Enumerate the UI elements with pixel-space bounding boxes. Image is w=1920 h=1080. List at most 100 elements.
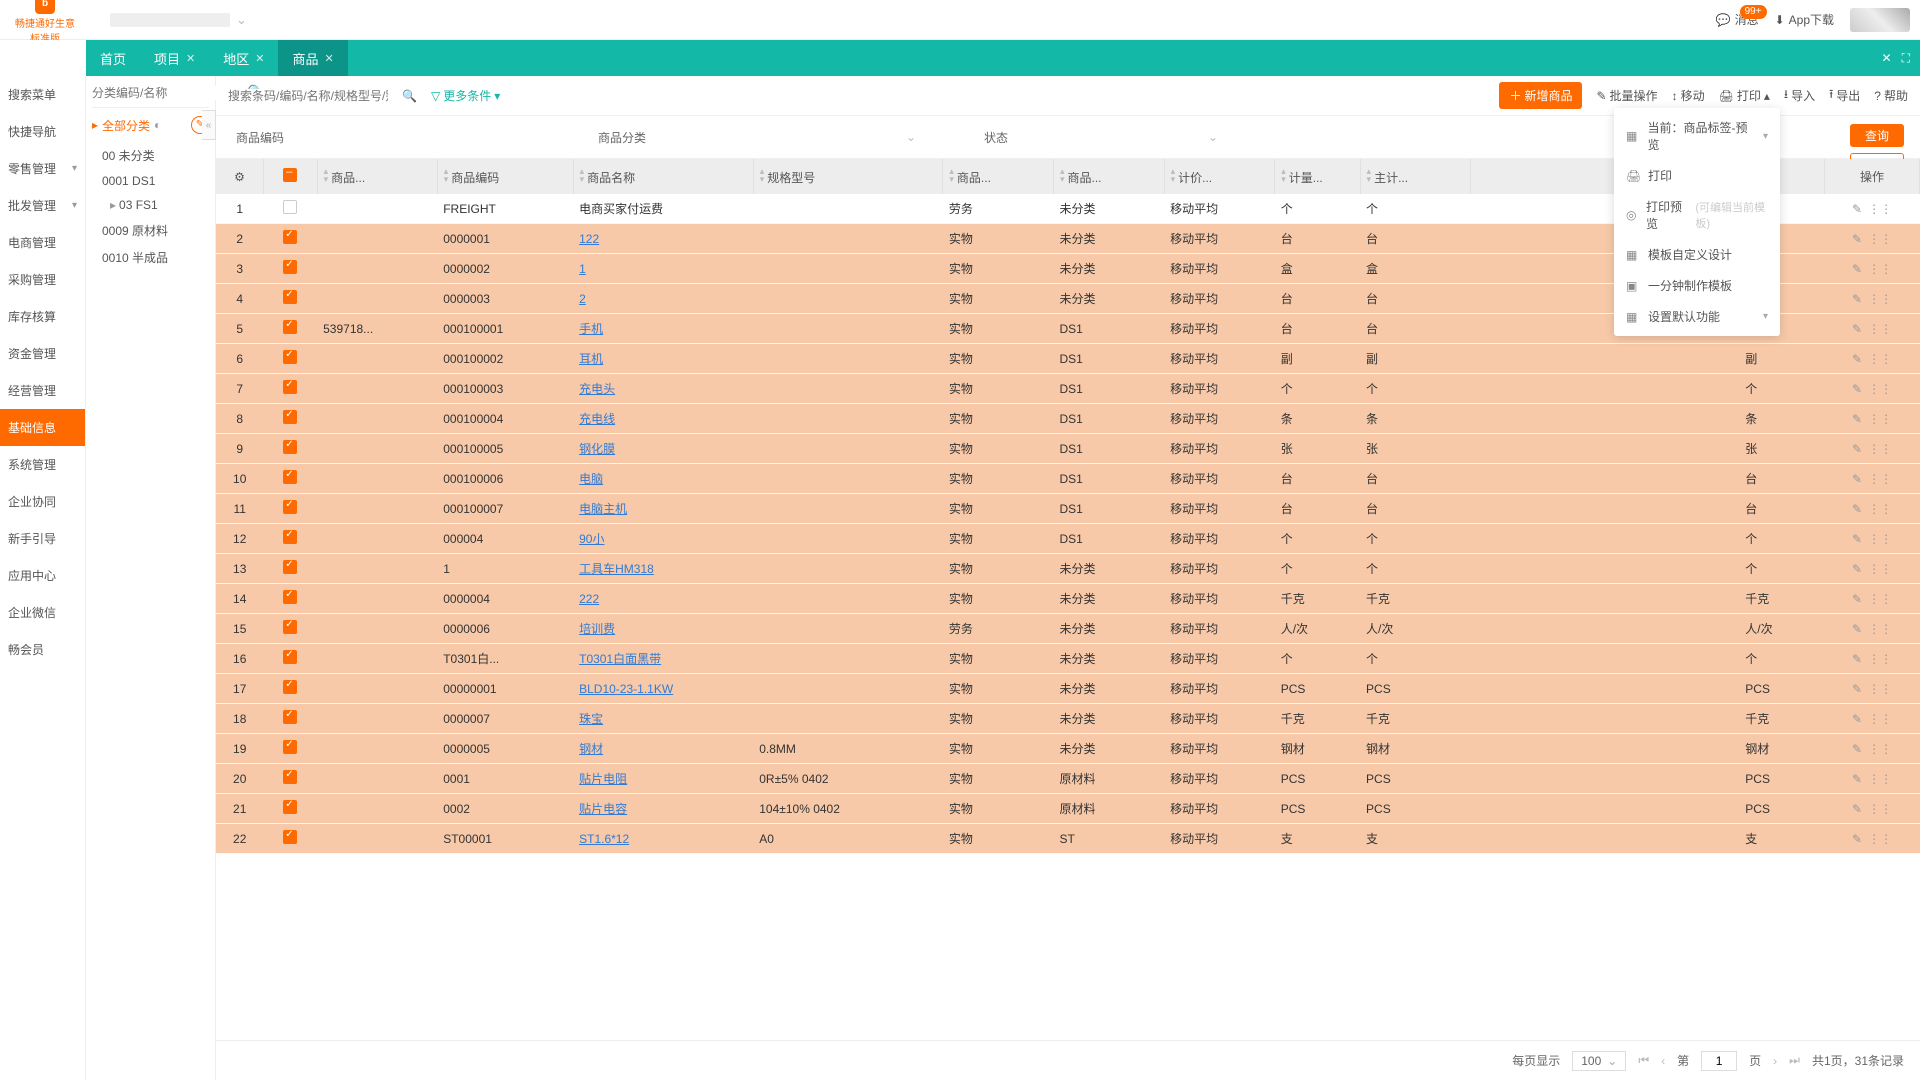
edit-icon[interactable]: ✎ bbox=[1852, 622, 1862, 636]
row-checkbox[interactable] bbox=[283, 500, 297, 514]
pager-last[interactable]: ⏭ bbox=[1789, 1053, 1800, 1068]
row-checkbox[interactable] bbox=[283, 620, 297, 634]
more-icon[interactable]: ⋮⋮ bbox=[1868, 562, 1892, 576]
sidebar-item[interactable]: 基础信息 bbox=[0, 409, 85, 446]
edit-icon[interactable]: ✎ bbox=[1852, 382, 1862, 396]
row-checkbox[interactable] bbox=[283, 560, 297, 574]
more-icon[interactable]: ⋮⋮ bbox=[1868, 622, 1892, 636]
sidebar-item[interactable]: 电商管理 bbox=[0, 224, 85, 261]
pager-next[interactable]: › bbox=[1773, 1054, 1777, 1068]
row-checkbox[interactable] bbox=[283, 800, 297, 814]
product-name-link[interactable]: 手机 bbox=[579, 322, 603, 336]
product-name-link[interactable]: 1 bbox=[579, 262, 586, 276]
row-checkbox[interactable] bbox=[283, 350, 297, 364]
col-unit[interactable]: ▴▾计量... bbox=[1275, 159, 1360, 194]
row-checkbox[interactable] bbox=[283, 590, 297, 604]
tree-node[interactable]: 00 未分类 bbox=[92, 142, 209, 169]
edit-icon[interactable]: ✎ bbox=[1852, 652, 1862, 666]
row-checkbox[interactable] bbox=[283, 260, 297, 274]
tree-node[interactable]: ▸03 FS1 bbox=[92, 193, 209, 217]
product-search-input[interactable] bbox=[228, 89, 388, 103]
sidebar-item[interactable]: 资金管理 bbox=[0, 335, 85, 372]
more-icon[interactable]: ⋮⋮ bbox=[1868, 472, 1892, 486]
more-icon[interactable]: ⋮⋮ bbox=[1868, 292, 1892, 306]
product-name-link[interactable]: 钢化膜 bbox=[579, 442, 615, 456]
row-checkbox[interactable] bbox=[283, 770, 297, 784]
edit-icon[interactable]: ✎ bbox=[1852, 502, 1862, 516]
tree-toggle-icon[interactable]: ◐ bbox=[154, 118, 161, 132]
tree-node[interactable]: 0009 原材料 bbox=[92, 217, 209, 244]
add-product-button[interactable]: ＋新增商品 bbox=[1499, 82, 1582, 109]
tree-root-label[interactable]: 全部分类 bbox=[102, 117, 150, 134]
tab-项目[interactable]: 项目✕ bbox=[140, 40, 209, 76]
batch-ops-button[interactable]: ✎批量操作 bbox=[1596, 87, 1657, 104]
edit-icon[interactable]: ✎ bbox=[1852, 232, 1862, 246]
table-row[interactable]: 22ST00001ST1.6*12A0实物ST移动平均支支支✎⋮⋮ bbox=[216, 824, 1920, 854]
sidebar-item[interactable]: 新手引导 bbox=[0, 520, 85, 557]
product-name-link[interactable]: ST1.6*12 bbox=[579, 832, 629, 846]
row-checkbox[interactable] bbox=[283, 200, 297, 214]
col-select-all[interactable] bbox=[263, 159, 317, 194]
edit-icon[interactable]: ✎ bbox=[1852, 592, 1862, 606]
edit-icon[interactable]: ✎ bbox=[1852, 532, 1862, 546]
filter-code-input[interactable] bbox=[294, 126, 554, 148]
edit-icon[interactable]: ✎ bbox=[1852, 802, 1862, 816]
edit-icon[interactable]: ✎ bbox=[1852, 412, 1862, 426]
table-row[interactable]: 7000100003充电头实物DS1移动平均个个个✎⋮⋮ bbox=[216, 374, 1920, 404]
more-icon[interactable]: ⋮⋮ bbox=[1868, 322, 1892, 336]
product-name-link[interactable]: 充电线 bbox=[579, 412, 615, 426]
per-page-select[interactable]: 100⌄ bbox=[1572, 1051, 1626, 1071]
edit-icon[interactable]: ✎ bbox=[1852, 832, 1862, 846]
product-name-link[interactable]: 耳机 bbox=[579, 352, 603, 366]
product-name-link[interactable]: 珠宝 bbox=[579, 712, 603, 726]
sidebar-item[interactable]: 应用中心 bbox=[0, 557, 85, 594]
row-checkbox[interactable] bbox=[283, 290, 297, 304]
dd-current[interactable]: ▦ 当前：商品标签-预览 ▾ bbox=[1614, 112, 1780, 160]
dropdown-item[interactable]: ▦模板自定义设计 bbox=[1614, 239, 1780, 270]
search-icon[interactable]: 🔍 bbox=[402, 89, 417, 103]
row-checkbox[interactable] bbox=[283, 680, 297, 694]
sidebar-item[interactable]: 批发管理▾ bbox=[0, 187, 85, 224]
tree-collapse-button[interactable]: « bbox=[202, 110, 216, 140]
more-icon[interactable]: ⋮⋮ bbox=[1868, 502, 1892, 516]
dropdown-item[interactable]: ◎打印预览(可编辑当前模板) bbox=[1614, 191, 1780, 239]
row-checkbox[interactable] bbox=[283, 740, 297, 754]
more-icon[interactable]: ⋮⋮ bbox=[1868, 772, 1892, 786]
table-row[interactable]: 1700000001BLD10-23-1.1KW实物未分类移动平均PCSPCSP… bbox=[216, 674, 1920, 704]
pager-first[interactable]: ⏮ bbox=[1638, 1053, 1649, 1068]
row-checkbox[interactable] bbox=[283, 530, 297, 544]
table-row[interactable]: 140000004222实物未分类移动平均千克千克千克✎⋮⋮ bbox=[216, 584, 1920, 614]
more-icon[interactable]: ⋮⋮ bbox=[1868, 412, 1892, 426]
messages-button[interactable]: 💬 消息 99+ bbox=[1716, 11, 1759, 28]
dropdown-item[interactable]: ▦设置默认功能▾ bbox=[1614, 301, 1780, 332]
sidebar-item[interactable]: 搜索菜单 bbox=[0, 76, 85, 113]
org-selector[interactable]: ⌄ bbox=[110, 12, 247, 28]
col-name[interactable]: ▴▾商品名称 bbox=[573, 159, 753, 194]
more-icon[interactable]: ⋮⋮ bbox=[1868, 382, 1892, 396]
col-main[interactable]: ▴▾主计... bbox=[1360, 159, 1471, 194]
print-button[interactable]: 🖨打印▴ bbox=[1719, 87, 1770, 104]
table-row[interactable]: 200001贴片电阻0R±5% 0402实物原材料移动平均PCSPCSPCS✎⋮… bbox=[216, 764, 1920, 794]
product-name-link[interactable]: 贴片电阻 bbox=[579, 772, 627, 786]
product-name-link[interactable]: 培训费 bbox=[579, 622, 615, 636]
more-icon[interactable]: ⋮⋮ bbox=[1868, 262, 1892, 276]
table-row[interactable]: 190000005钢材0.8MM实物未分类移动平均钢材钢材钢材✎⋮⋮ bbox=[216, 734, 1920, 764]
more-icon[interactable]: ⋮⋮ bbox=[1868, 532, 1892, 546]
row-checkbox[interactable] bbox=[283, 440, 297, 454]
row-checkbox[interactable] bbox=[283, 410, 297, 424]
product-name-link[interactable]: 贴片电容 bbox=[579, 802, 627, 816]
more-icon[interactable]: ⋮⋮ bbox=[1868, 742, 1892, 756]
product-name-link[interactable]: 工具车HM318 bbox=[579, 562, 654, 576]
row-checkbox[interactable] bbox=[283, 230, 297, 244]
product-name-link[interactable]: 充电头 bbox=[579, 382, 615, 396]
tree-node[interactable]: 0010 半成品 bbox=[92, 244, 209, 271]
table-row[interactable]: 8000100004充电线实物DS1移动平均条条条✎⋮⋮ bbox=[216, 404, 1920, 434]
table-row[interactable]: 210002贴片电容104±10% 0402实物原材料移动平均PCSPCSPCS… bbox=[216, 794, 1920, 824]
product-name-link[interactable]: 电脑主机 bbox=[579, 502, 627, 516]
tab-地区[interactable]: 地区✕ bbox=[209, 40, 278, 76]
col-spec[interactable]: ▴▾规格型号 bbox=[753, 159, 943, 194]
product-name-link[interactable]: BLD10-23-1.1KW bbox=[579, 682, 673, 696]
edit-icon[interactable]: ✎ bbox=[1852, 322, 1862, 336]
sidebar-item[interactable]: 企业微信 bbox=[0, 594, 85, 631]
more-icon[interactable]: ⋮⋮ bbox=[1868, 442, 1892, 456]
